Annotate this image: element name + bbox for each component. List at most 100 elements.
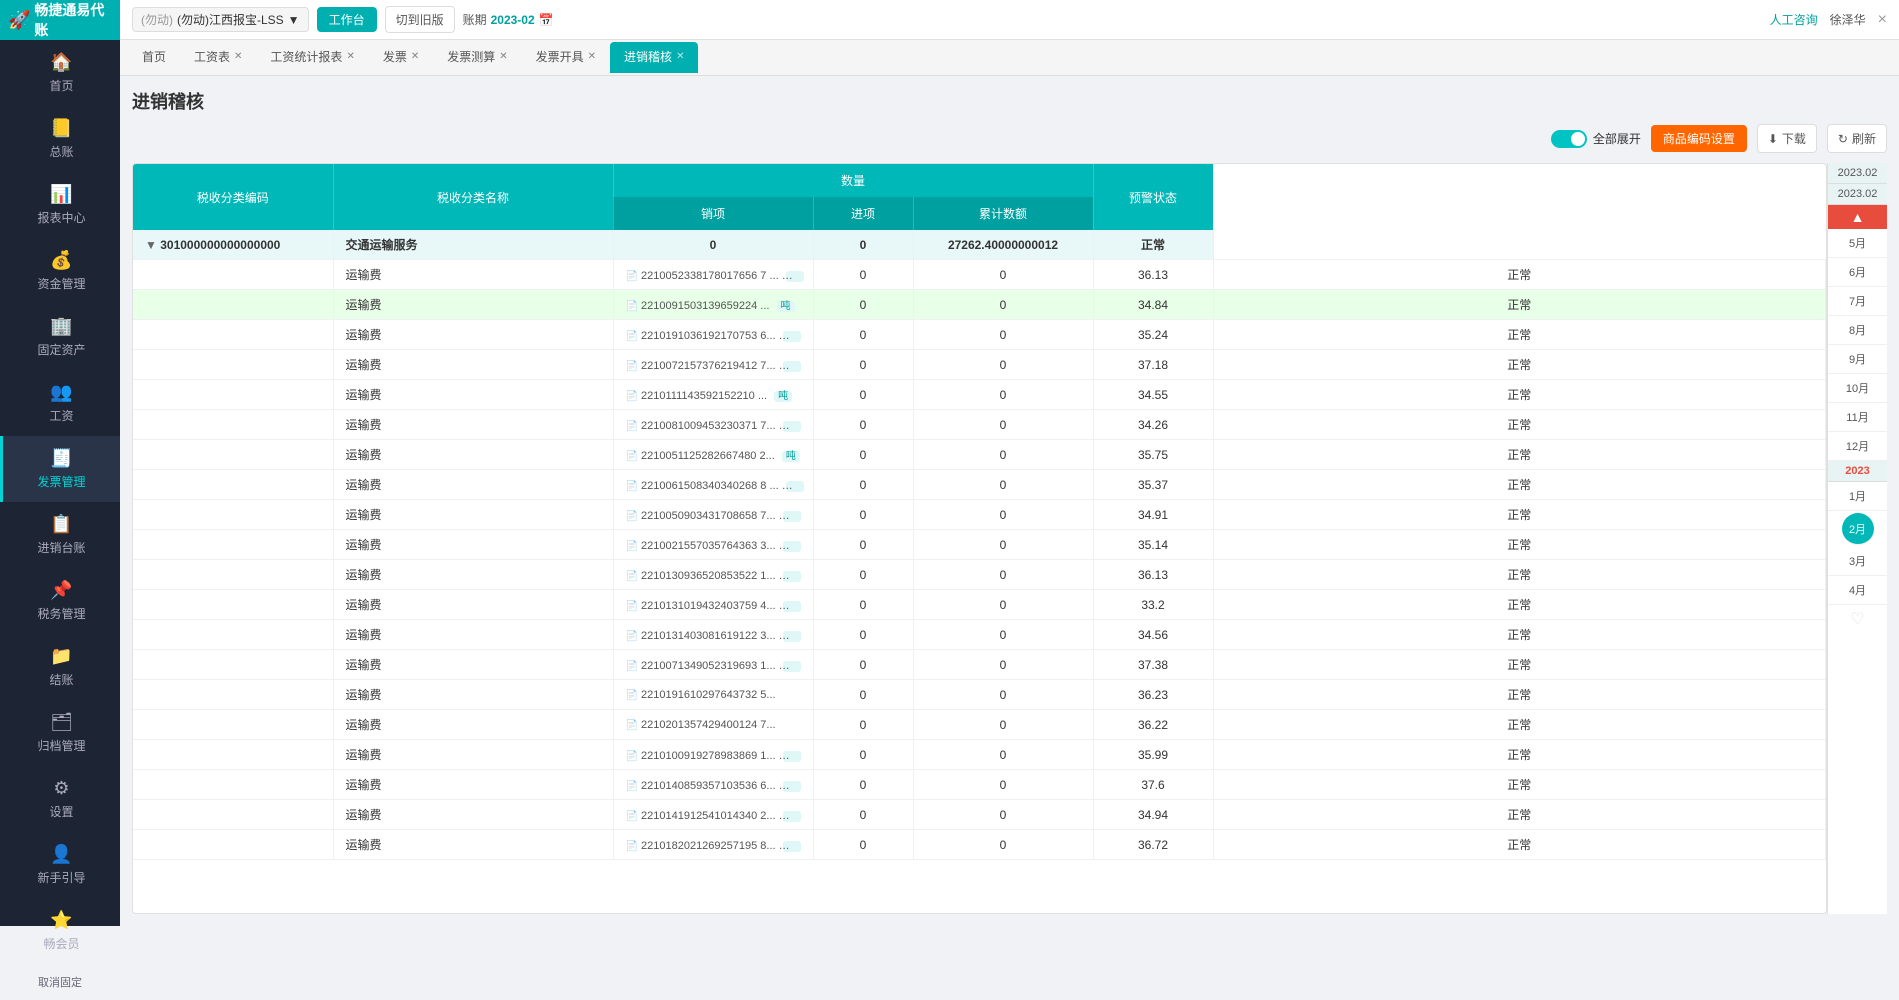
cal-month-12[interactable]: 12月 xyxy=(1828,432,1887,461)
table-row[interactable]: 运输费 📄 2210131403081619122 3... 吨 0 0 34.… xyxy=(133,620,1826,650)
cell-name: 运输费 xyxy=(333,320,613,350)
table-row[interactable]: 运输费 📄 2210051125282667480 2... 吨 0 0 35.… xyxy=(133,440,1826,470)
tab-invoice[interactable]: 发票 ✕ xyxy=(369,42,433,73)
table-wrapper[interactable]: 税收分类编码 税收分类名称 数量 预警状态 销项 进项 累计数额 xyxy=(132,163,1827,914)
refresh-button[interactable]: ↻ 刷新 xyxy=(1827,124,1887,153)
table-row[interactable]: ▼ 301000000000000000 交通运输服务 0 0 27262.40… xyxy=(133,230,1826,260)
cal-month-3[interactable]: 3月 xyxy=(1828,547,1887,576)
cal-month-4[interactable]: 4月 xyxy=(1828,576,1887,605)
company-selector[interactable]: (勿动) (勿动)江西报宝-LSS ▼ xyxy=(132,7,309,32)
sidebar-item-ledger[interactable]: 📒 总账 xyxy=(0,106,120,172)
cal-month-10[interactable]: 10月 xyxy=(1828,374,1887,403)
table-row[interactable]: 运输费 📄 2210130936520853522 1... 吨 0 0 36.… xyxy=(133,560,1826,590)
table-row[interactable]: 运输费 📄 2210061508340340268 8 ... 吨 0 0 35… xyxy=(133,470,1826,500)
calendar-icon[interactable]: 📅 xyxy=(539,13,554,27)
app-logo: 🚀 畅捷通易代账 xyxy=(0,0,120,40)
cal-month-2-active[interactable]: 2月 xyxy=(1842,513,1874,545)
table-row[interactable]: 运输费 📄 2210141912541014340 2... 吨 0 0 34.… xyxy=(133,800,1826,830)
sidebar-item-salary[interactable]: 👥 工资 xyxy=(0,370,120,436)
cell-cumulative: 36.22 xyxy=(1093,710,1213,740)
table-row[interactable]: 运输费 📄 2210021557035764363 3... 吨 0 0 35.… xyxy=(133,530,1826,560)
sidebar-item-guide[interactable]: 👤 新手引导 xyxy=(0,832,120,898)
sidebar-item-home[interactable]: 🏠 首页 xyxy=(0,40,120,106)
cell-sale: 0 xyxy=(813,650,913,680)
workbench-button[interactable]: 工作台 xyxy=(317,7,377,32)
cell-name: 运输费 xyxy=(333,410,613,440)
home-icon: 🏠 xyxy=(50,52,72,73)
tab-invoice-issue[interactable]: 发票开具 ✕ xyxy=(522,42,610,73)
table-row[interactable]: 运输费 📄 2210201357429400124 7... 0 0 36.22… xyxy=(133,710,1826,740)
table-row[interactable]: 运输费 📄 2210050903431708658 7... 吨 0 0 34.… xyxy=(133,500,1826,530)
table-row[interactable]: 运输费 📄 2210071349052319693 1... 吨 0 0 37.… xyxy=(133,650,1826,680)
th-tax-name: 税收分类名称 xyxy=(333,164,613,230)
tab-close-icon[interactable]: ✕ xyxy=(346,51,354,62)
tab-salary-report[interactable]: 工资统计报表 ✕ xyxy=(256,42,368,73)
cal-month-5[interactable]: 5月 xyxy=(1828,229,1887,258)
cell-name: 运输费 xyxy=(333,590,613,620)
sidebar-item-archive[interactable]: 🗂 归档管理 xyxy=(0,700,120,766)
cell-sale: 0 xyxy=(813,560,913,590)
sidebar-item-settings[interactable]: ⚙ 设置 xyxy=(0,766,120,832)
tab-close-icon[interactable]: ✕ xyxy=(234,51,242,62)
cal-month-11[interactable]: 11月 xyxy=(1828,403,1887,432)
cell-invoice: 📄 2210140859357103536 6... 吨 xyxy=(613,770,813,800)
tab-sales-check[interactable]: 进销稽核 ✕ xyxy=(610,42,698,73)
table-row[interactable]: 运输费 📄 2210111143592152210 ... 吨 0 0 34.5… xyxy=(133,380,1826,410)
cell-purchase: 0 xyxy=(913,590,1093,620)
table-row[interactable]: 运输费 📄 2210131019432403759 4... 吨 0 0 33.… xyxy=(133,590,1826,620)
table-row[interactable]: 运输费 📄 2210081009453230371 7... 吨 0 0 34.… xyxy=(133,410,1826,440)
table-row[interactable]: 运输费 📄 2210100919278983869 1... 吨 0 0 35.… xyxy=(133,740,1826,770)
close-button[interactable]: × xyxy=(1878,11,1887,29)
user-menu[interactable]: 徐泽华 xyxy=(1830,11,1866,28)
cell-cumulative: 33.2 xyxy=(1093,590,1213,620)
sidebar-item-purchsale[interactable]: 📋 进销台账 xyxy=(0,502,120,568)
table-row[interactable]: 运输费 📄 2210191036192170753 6... 吨 0 0 35.… xyxy=(133,320,1826,350)
tab-close-icon[interactable]: ✕ xyxy=(411,51,419,62)
tab-home[interactable]: 首页 xyxy=(128,42,180,73)
sidebar-item-member[interactable]: ⭐ 畅会员 xyxy=(0,898,120,964)
expand-toggle[interactable] xyxy=(1551,130,1587,148)
table-row[interactable]: 运输费 📄 2210052338178017656 7 ... 吨 0 0 36… xyxy=(133,260,1826,290)
tab-invoice-calc[interactable]: 发票测算 ✕ xyxy=(433,42,521,73)
cell-status: 正常 xyxy=(1213,770,1826,800)
cal-month-8[interactable]: 8月 xyxy=(1828,316,1887,345)
period-label: 账期 xyxy=(463,11,487,28)
support-link[interactable]: 人工咨询 xyxy=(1770,11,1818,28)
download-button[interactable]: ⬇ 下载 xyxy=(1757,124,1817,153)
dropdown-icon: ▼ xyxy=(288,13,300,27)
code-setting-button[interactable]: 商品编码设置 xyxy=(1651,125,1747,152)
period-value: 2023-02 xyxy=(491,13,535,27)
cell-name: 运输费 xyxy=(333,380,613,410)
tab-close-icon[interactable]: ✕ xyxy=(588,51,596,62)
cal-month-1[interactable]: 1月 xyxy=(1828,482,1887,511)
tab-salary-table[interactable]: 工资表 ✕ xyxy=(180,42,256,73)
sidebar-item-fund[interactable]: 💰 资金管理 xyxy=(0,238,120,304)
sidebar-item-close[interactable]: 📁 结账 xyxy=(0,634,120,700)
cal-month-9[interactable]: 9月 xyxy=(1828,345,1887,374)
sidebar-item-label: 发票管理 xyxy=(37,473,85,490)
pin-toggle[interactable]: 取消固定 xyxy=(0,964,120,1000)
back-button[interactable]: 切到旧版 xyxy=(385,6,455,33)
calendar-panel: 2023.02 2023.02 ▲ 5月 6月 7月 8月 9月 10月 11月… xyxy=(1827,163,1887,914)
table-row[interactable]: 运输费 📄 2210191610297643732 5... 0 0 36.23… xyxy=(133,680,1826,710)
table-row[interactable]: 运输费 📄 2210072157376219412 7... 吨 0 0 37.… xyxy=(133,350,1826,380)
cell-status: 正常 xyxy=(1213,260,1826,290)
table-row[interactable]: 运输费 📄 2210091503139659224 ... 吨 0 0 34.8… xyxy=(133,290,1826,320)
cal-month-6[interactable]: 6月 xyxy=(1828,258,1887,287)
sidebar-item-invoice[interactable]: 🧾 发票管理 xyxy=(0,436,120,502)
sidebar-item-asset[interactable]: 🏢 固定资产 xyxy=(0,304,120,370)
sidebar-item-report[interactable]: 📊 报表中心 xyxy=(0,172,120,238)
tab-close-icon[interactable]: ✕ xyxy=(499,51,507,62)
sidebar-item-label: 归档管理 xyxy=(37,737,85,754)
cal-up-button[interactable]: ▲ xyxy=(1828,205,1887,229)
table-row[interactable]: 运输费 📄 2210140859357103536 6... 吨 0 0 37.… xyxy=(133,770,1826,800)
cell-sale: 0 xyxy=(813,740,913,770)
table-row[interactable]: 运输费 📄 2210182021269257195 8... 吨 0 0 36.… xyxy=(133,830,1826,860)
invoice-icon: 🧾 xyxy=(50,448,72,469)
tab-close-icon[interactable]: ✕ xyxy=(676,51,684,62)
sidebar-item-label: 新手引导 xyxy=(37,869,85,886)
sidebar-item-tax[interactable]: 📌 税务管理 xyxy=(0,568,120,634)
cal-month-7[interactable]: 7月 xyxy=(1828,287,1887,316)
app-name: 畅捷通易代账 xyxy=(34,0,112,40)
cell-status: 正常 xyxy=(1213,440,1826,470)
